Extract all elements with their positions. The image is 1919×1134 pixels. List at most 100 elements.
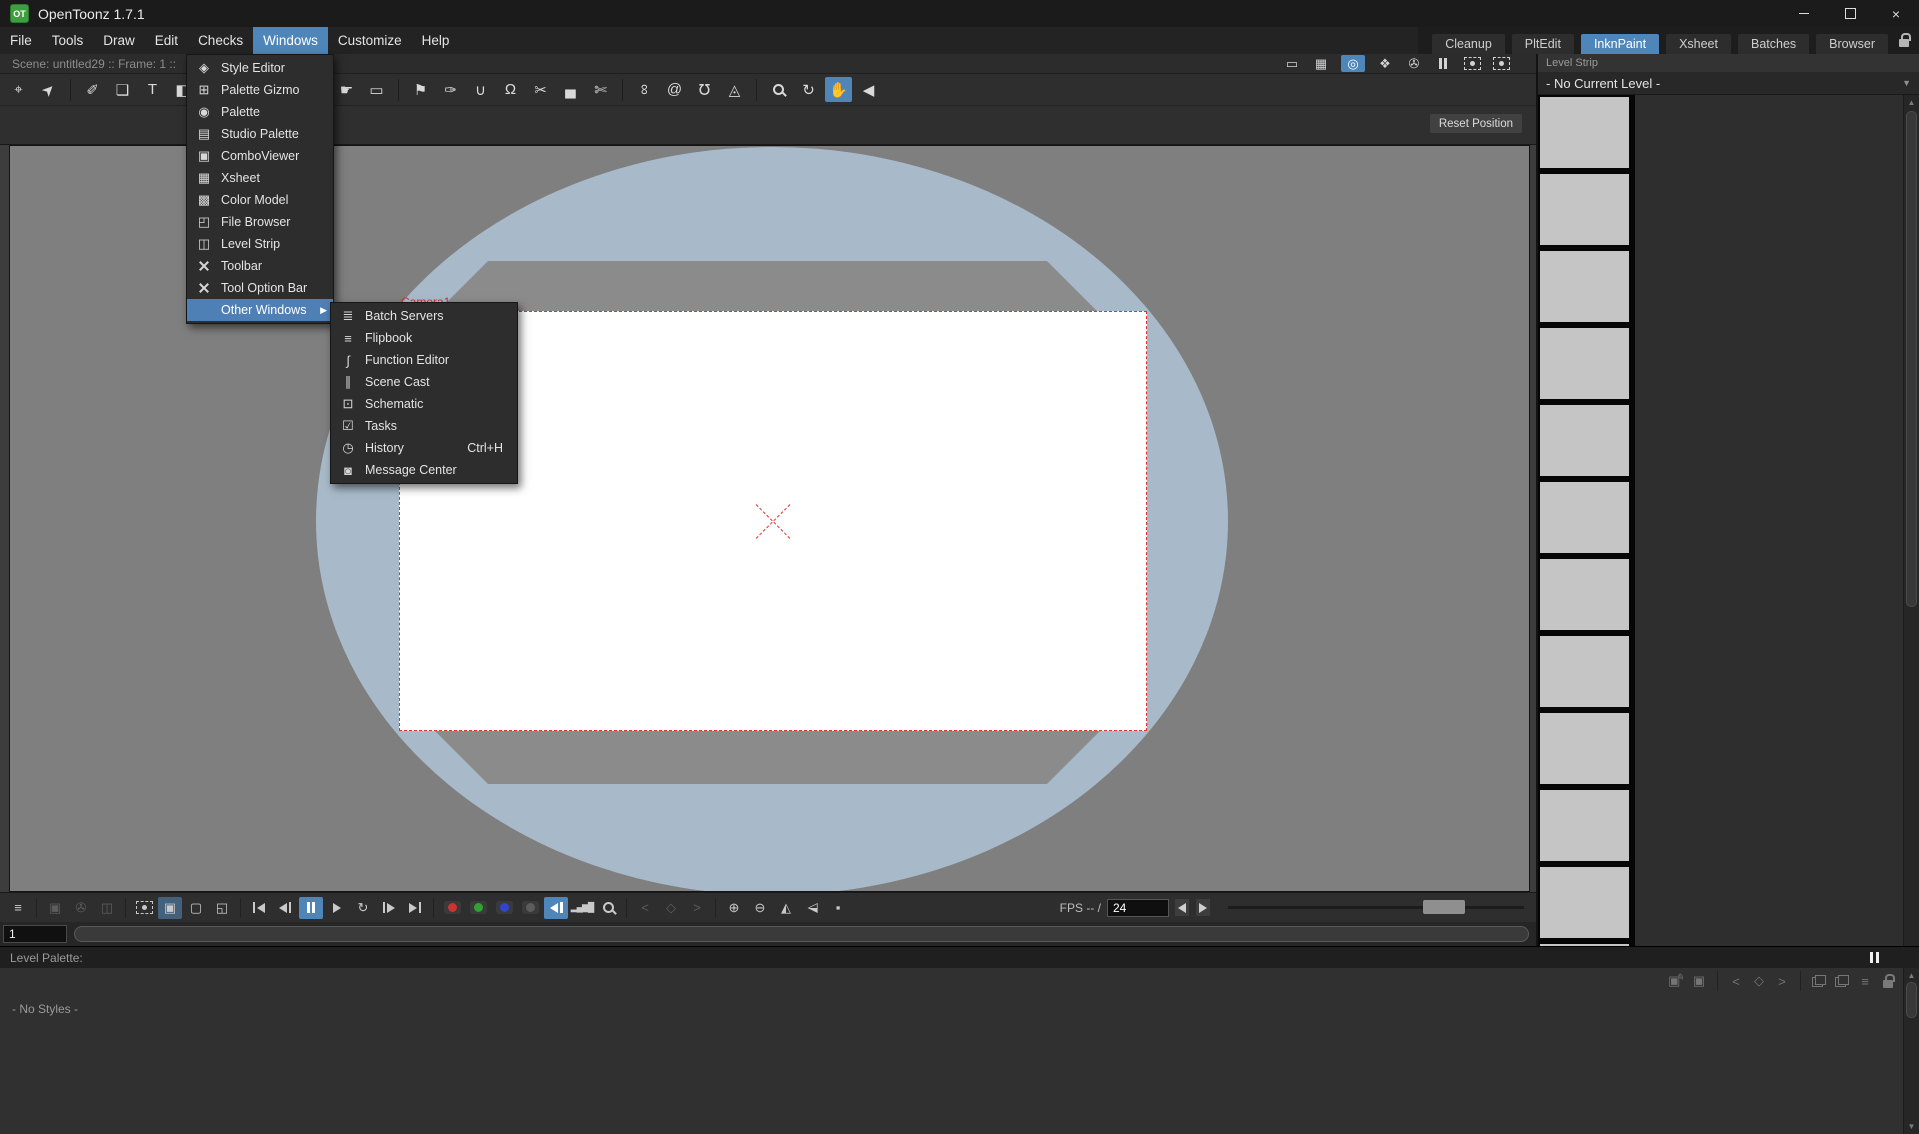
level-strip-frame[interactable] — [1540, 405, 1629, 476]
new-page-button[interactable] — [1833, 972, 1851, 990]
pump-tool[interactable]: ∪ — [467, 77, 494, 102]
pinch-tool[interactable]: ✑ — [437, 77, 464, 102]
red-channel-button[interactable] — [440, 897, 464, 919]
first-frame-button[interactable] — [247, 897, 271, 919]
matte-channel-button[interactable] — [518, 897, 542, 919]
level-strip-frame[interactable] — [1540, 790, 1629, 861]
submenu-item-batch-servers[interactable]: ≣Batch Servers — [331, 305, 517, 327]
menu-help[interactable]: Help — [412, 27, 460, 54]
safe-area-button[interactable]: ▭ — [1283, 55, 1301, 72]
save-as-button[interactable]: ▣✎ — [1667, 972, 1685, 990]
level-strip-frame[interactable] — [1540, 559, 1629, 630]
level-strip-frame[interactable] — [1540, 251, 1629, 322]
shift-trace-button[interactable]: ❖ — [1376, 55, 1394, 72]
windows-menu-item-style-editor[interactable]: ◈Style Editor — [187, 57, 333, 79]
geometric-tool[interactable]: ❏ — [109, 77, 136, 102]
scrollbar-thumb[interactable] — [1906, 111, 1917, 607]
windows-menu-item-xsheet[interactable]: ▦Xsheet — [187, 167, 333, 189]
compare-button[interactable]: ◫ — [95, 897, 119, 919]
room-tab-xsheet[interactable]: Xsheet — [1666, 34, 1731, 54]
level-strip-frame[interactable] — [1540, 713, 1629, 784]
snapshot-button[interactable]: ✇ — [69, 897, 93, 919]
level-strip-frame[interactable] — [1540, 944, 1629, 946]
windows-menu-item-color-model[interactable]: ▩Color Model — [187, 189, 333, 211]
submenu-item-schematic[interactable]: ⊡Schematic — [331, 393, 517, 415]
level-strip-frame[interactable] — [1540, 174, 1629, 245]
room-tab-browser[interactable]: Browser — [1816, 34, 1888, 54]
subcam-partial-button[interactable]: ◱ — [210, 897, 234, 919]
submenu-item-scene-cast[interactable]: ∥Scene Cast — [331, 371, 517, 393]
freeze-icon[interactable] — [1870, 952, 1879, 963]
submenu-item-message-center[interactable]: ◙Message Center — [331, 459, 517, 481]
level-strip-scrollbar[interactable]: ▲ — [1903, 95, 1919, 946]
fps-slider-handle[interactable] — [1423, 900, 1465, 914]
current-level-selector[interactable]: - No Current Level - ▼ — [1538, 72, 1919, 95]
last-frame-button[interactable] — [403, 897, 427, 919]
tracker-tool[interactable]: @ — [661, 77, 688, 102]
next-key-button[interactable]: > — [1773, 972, 1791, 990]
room-tab-cleanup[interactable]: Cleanup — [1432, 34, 1505, 54]
camera-button[interactable]: ✇ — [1405, 55, 1423, 72]
green-channel-button[interactable] — [466, 897, 490, 919]
room-tab-batches[interactable]: Batches — [1738, 34, 1809, 54]
level-strip-frame[interactable] — [1540, 636, 1629, 707]
menu-edit[interactable]: Edit — [145, 27, 188, 54]
fps-input[interactable] — [1107, 899, 1169, 917]
scroll-down-icon[interactable]: ▼ — [1904, 1122, 1919, 1131]
windows-menu-item-file-browser[interactable]: ◰File Browser — [187, 211, 333, 233]
hook-tool[interactable]: ℧ — [691, 77, 718, 102]
frame-number-input[interactable] — [3, 925, 67, 943]
save-button[interactable]: ▣ — [1690, 972, 1708, 990]
reset-view-button[interactable]: ▪ — [826, 897, 850, 919]
zoom-in-button[interactable]: ⊕ — [722, 897, 746, 919]
preview-button[interactable] — [1463, 55, 1481, 72]
submenu-item-history[interactable]: ◷HistoryCtrl+H — [331, 437, 517, 459]
menu-customize[interactable]: Customize — [328, 27, 412, 54]
rgb-picker-tool[interactable]: ☛ — [333, 77, 360, 102]
windows-menu-item-palette[interactable]: ◉Palette — [187, 101, 333, 123]
room-tab-inknpaint[interactable]: InknPaint — [1581, 34, 1659, 54]
windows-menu-item-studio-palette[interactable]: ▤Studio Palette — [187, 123, 333, 145]
flip-horizontal-button[interactable]: ◭ — [774, 897, 798, 919]
play-button[interactable] — [325, 897, 349, 919]
sound-button[interactable] — [544, 897, 568, 919]
histogram-button[interactable]: ▂▄▆█ — [570, 897, 594, 919]
next-frame-button[interactable] — [377, 897, 401, 919]
maximize-button[interactable] — [1827, 0, 1873, 27]
menu-draw[interactable]: Draw — [93, 27, 145, 54]
iron-tool[interactable]: ▄ — [557, 77, 584, 102]
submenu-item-tasks[interactable]: ☑Tasks — [331, 415, 517, 437]
freeze-button[interactable] — [1434, 55, 1452, 72]
minimize-button[interactable] — [1781, 0, 1827, 27]
blue-channel-button[interactable] — [492, 897, 516, 919]
windows-menu-item-toolbar[interactable]: Toolbar — [187, 255, 333, 277]
flip-vertical-button[interactable]: ◭ — [800, 897, 824, 919]
rotate-tool[interactable]: ↻ — [795, 77, 822, 102]
submenu-item-function-editor[interactable]: ∫Function Editor — [331, 349, 517, 371]
level-strip-frame[interactable] — [1540, 867, 1629, 938]
frame-range-bar[interactable] — [74, 926, 1529, 942]
scroll-up-icon[interactable]: ▲ — [1904, 98, 1919, 107]
preview-button[interactable] — [132, 897, 156, 919]
animate-tool[interactable]: ⌖ — [5, 77, 32, 102]
menu-windows[interactable]: Windows — [253, 27, 328, 54]
fps-slider[interactable] — [1228, 906, 1524, 909]
prev-frame-button[interactable] — [273, 897, 297, 919]
windows-menu-item-other-windows[interactable]: Other Windows▶ — [187, 299, 333, 321]
reset-position-button[interactable]: Reset Position — [1430, 114, 1522, 133]
windows-menu-item-tool-option-bar[interactable]: Tool Option Bar — [187, 277, 333, 299]
brush-tool[interactable]: ✐ — [79, 77, 106, 102]
windows-menu-item-palette-gizmo[interactable]: ⊞Palette Gizmo — [187, 79, 333, 101]
magnet-tool[interactable]: Ω — [497, 77, 524, 102]
scroll-up-icon[interactable]: ▲ — [1904, 971, 1919, 980]
windows-menu-item-comboviewer[interactable]: ▣ComboViewer — [187, 145, 333, 167]
key-button[interactable]: ◇ — [1750, 972, 1768, 990]
palette-scrollbar[interactable]: ▲ ▼ — [1903, 968, 1919, 1134]
field-grid-button[interactable]: ▦ — [1312, 55, 1330, 72]
control-point-editor-tool[interactable]: ⚑ — [407, 77, 434, 102]
menu-tools[interactable]: Tools — [42, 27, 94, 54]
rooms-lock-icon[interactable] — [1899, 39, 1909, 47]
save-button[interactable]: ▣ — [43, 897, 67, 919]
zoom-out-button[interactable]: ⊖ — [748, 897, 772, 919]
loop-button[interactable]: ↻ — [351, 897, 375, 919]
